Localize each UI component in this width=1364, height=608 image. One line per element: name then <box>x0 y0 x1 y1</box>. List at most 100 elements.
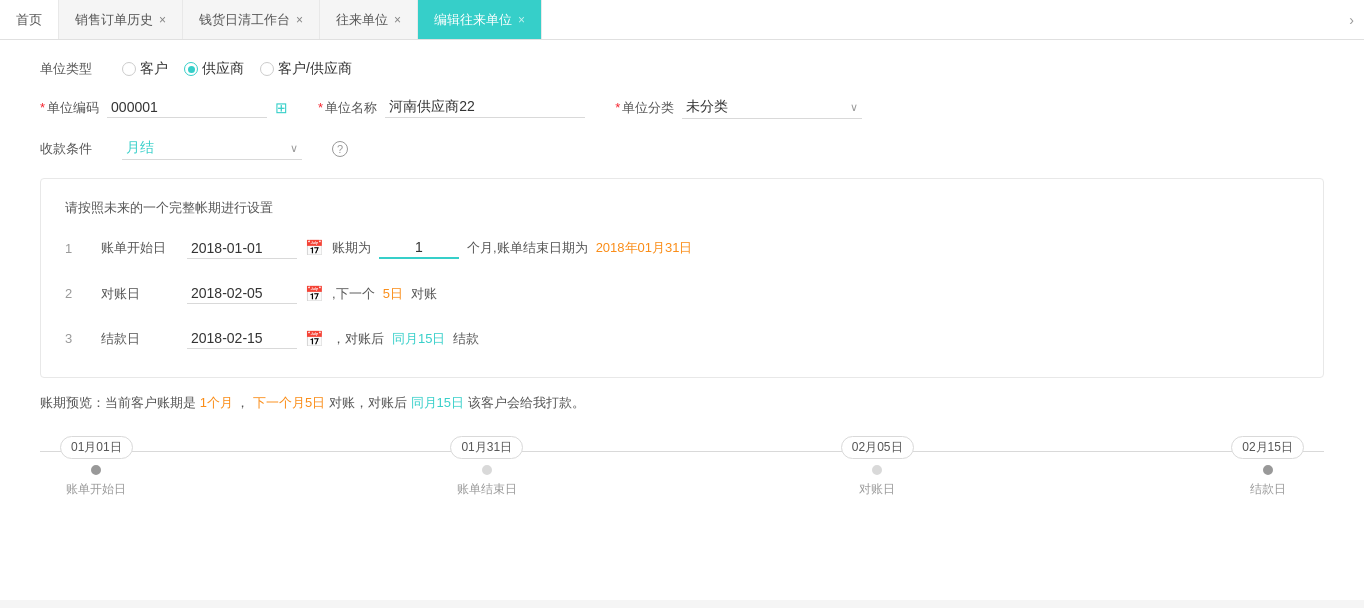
radio-customer[interactable]: 客户 <box>122 60 168 78</box>
unit-type-radio-group: 客户 供应商 客户/供应商 <box>122 60 352 78</box>
unit-category-arrow-icon: ∨ <box>850 101 858 114</box>
timeline-item-0: 01月01日 账单开始日 <box>60 436 133 498</box>
setting-row-1: 1 账单开始日 📅 账期为 个月,账单结束日期为 2018年01月31日 <box>65 237 1299 259</box>
row-value-2: 📅 ,下一个 5日 对账 <box>187 283 1299 304</box>
timeline-item-2: 02月05日 对账日 <box>841 436 914 498</box>
radio-supplier-label: 供应商 <box>202 60 244 78</box>
row-label-3: 结款日 <box>101 330 171 348</box>
timeline-label-3: 结款日 <box>1250 481 1286 498</box>
timeline-label-0: 账单开始日 <box>66 481 126 498</box>
close-partner-units-icon[interactable]: × <box>394 13 401 27</box>
unit-name-field: *单位名称 <box>318 97 585 118</box>
timeline-badge-0: 01月01日 <box>60 436 133 459</box>
tab-home-label: 首页 <box>16 11 42 29</box>
unit-info-row: *单位编码 ⊞ *单位名称 *单位分类 未分类 ∨ <box>40 96 1324 119</box>
preview-part3: 同月15日 <box>411 395 464 410</box>
timeline-badge-3: 02月15日 <box>1231 436 1304 459</box>
tab-more-button[interactable]: › <box>1339 0 1364 39</box>
period-settings-section: 请按照未来的一个完整帐期进行设置 1 账单开始日 📅 账期为 个月,账单结束日期… <box>40 178 1324 378</box>
reconcile-date-input[interactable] <box>187 283 297 304</box>
radio-both-circle <box>260 62 274 76</box>
tab-partner-units[interactable]: 往来单位 × <box>320 0 418 39</box>
timeline-label-2: 对账日 <box>859 481 895 498</box>
row-value-3: 📅 ，对账后 同月15日 结款 <box>187 328 1299 349</box>
unit-category-dropdown[interactable]: 未分类 ∨ <box>682 96 862 119</box>
tab-home[interactable]: 首页 <box>0 0 59 39</box>
preview-part2: 下一个月5日 <box>253 395 325 410</box>
unit-category-label: *单位分类 <box>615 99 674 117</box>
reconcile-suffix: 对账 <box>411 285 437 303</box>
tab-sales-history-label: 销售订单历史 <box>75 11 153 29</box>
close-sales-history-icon[interactable]: × <box>159 13 166 27</box>
row-label-2: 对账日 <box>101 285 171 303</box>
start-date-input[interactable] <box>187 238 297 259</box>
timeline-dot-1 <box>482 465 492 475</box>
unit-category-value: 未分类 <box>686 98 846 116</box>
close-edit-partner-icon[interactable]: × <box>518 13 525 27</box>
period-prefix: 账期为 <box>332 239 371 257</box>
setting-row-3: 3 结款日 📅 ，对账后 同月15日 结款 <box>65 328 1299 349</box>
tab-cash-workbench[interactable]: 钱货日清工作台 × <box>183 0 320 39</box>
payment-date-calendar-icon[interactable]: 📅 <box>305 330 324 348</box>
start-date-calendar-icon[interactable]: 📅 <box>305 239 324 257</box>
radio-customer-circle <box>122 62 136 76</box>
unit-name-label: *单位名称 <box>318 99 377 117</box>
section-title: 请按照未来的一个完整帐期进行设置 <box>65 199 1299 217</box>
payment-terms-help-icon[interactable]: ? <box>332 141 348 157</box>
tab-partner-units-label: 往来单位 <box>336 11 388 29</box>
payment-suffix: 结款 <box>453 330 479 348</box>
timeline-badge-2: 02月05日 <box>841 436 914 459</box>
preview-suffix: 该客户会给我打款。 <box>468 395 585 410</box>
payment-terms-label: 收款条件 <box>40 140 92 158</box>
tab-edit-partner-label: 编辑往来单位 <box>434 11 512 29</box>
timeline-label-1: 账单结束日 <box>457 481 517 498</box>
timeline-dot-0 <box>91 465 101 475</box>
row-num-2: 2 <box>65 286 85 301</box>
radio-supplier-circle <box>184 62 198 76</box>
tab-edit-partner[interactable]: 编辑往来单位 × <box>418 0 542 39</box>
timeline-item-1: 01月31日 账单结束日 <box>450 436 523 498</box>
row-value-1: 📅 账期为 个月,账单结束日期为 2018年01月31日 <box>187 237 1299 259</box>
radio-both[interactable]: 客户/供应商 <box>260 60 352 78</box>
unit-category-star: * <box>615 100 620 115</box>
reconcile-prefix: ,下一个 <box>332 285 375 303</box>
tab-more-icon: › <box>1349 12 1354 28</box>
end-date-highlight: 2018年01月31日 <box>596 239 693 257</box>
unit-code-star: * <box>40 100 45 115</box>
radio-both-label: 客户/供应商 <box>278 60 352 78</box>
page-content: 单位类型 客户 供应商 客户/供应商 *单位编码 ⊞ <box>0 40 1364 600</box>
timeline-wrapper: 01月01日 账单开始日 01月31日 账单结束日 02月05日 对账日 02月… <box>40 436 1324 498</box>
radio-customer-label: 客户 <box>140 60 168 78</box>
unit-category-field: *单位分类 未分类 ∨ <box>615 96 862 119</box>
timeline-item-3: 02月15日 结款日 <box>1231 436 1304 498</box>
close-cash-workbench-icon[interactable]: × <box>296 13 303 27</box>
period-suffix-before-highlight: 个月,账单结束日期为 <box>467 239 588 257</box>
row-num-1: 1 <box>65 241 85 256</box>
period-months-input[interactable] <box>379 237 459 259</box>
payment-date-input[interactable] <box>187 328 297 349</box>
row-label-1: 账单开始日 <box>101 239 171 257</box>
payment-terms-arrow-icon: ∨ <box>290 142 298 155</box>
reconcile-day-highlight: 5日 <box>383 285 403 303</box>
preview-sep1: ， <box>236 395 249 410</box>
unit-code-field: *单位编码 ⊞ <box>40 97 288 118</box>
tab-sales-history[interactable]: 销售订单历史 × <box>59 0 183 39</box>
unit-type-row: 单位类型 客户 供应商 客户/供应商 <box>40 60 1324 78</box>
row-num-3: 3 <box>65 331 85 346</box>
unit-code-input[interactable] <box>107 97 267 118</box>
radio-supplier[interactable]: 供应商 <box>184 60 244 78</box>
payment-terms-dropdown[interactable]: 月结 ∨ <box>122 137 302 160</box>
tab-bar: 首页 销售订单历史 × 钱货日清工作台 × 往来单位 × 编辑往来单位 × › <box>0 0 1364 40</box>
unit-name-input[interactable] <box>385 97 585 118</box>
reconcile-date-calendar-icon[interactable]: 📅 <box>305 285 324 303</box>
timeline-badge-1: 01月31日 <box>450 436 523 459</box>
timeline-dot-3 <box>1263 465 1273 475</box>
payment-day-highlight: 同月15日 <box>392 330 445 348</box>
unit-type-label: 单位类型 <box>40 60 92 78</box>
setting-row-2: 2 对账日 📅 ,下一个 5日 对账 <box>65 283 1299 304</box>
preview-section: 账期预览：当前客户账期是 1个月 ， 下一个月5日 对账，对账后 同月15日 该… <box>40 394 1324 498</box>
tab-cash-workbench-label: 钱货日清工作台 <box>199 11 290 29</box>
unit-code-copy-icon[interactable]: ⊞ <box>275 99 288 117</box>
unit-name-star: * <box>318 100 323 115</box>
preview-label: 账期预览：当前客户账期是 <box>40 395 196 410</box>
